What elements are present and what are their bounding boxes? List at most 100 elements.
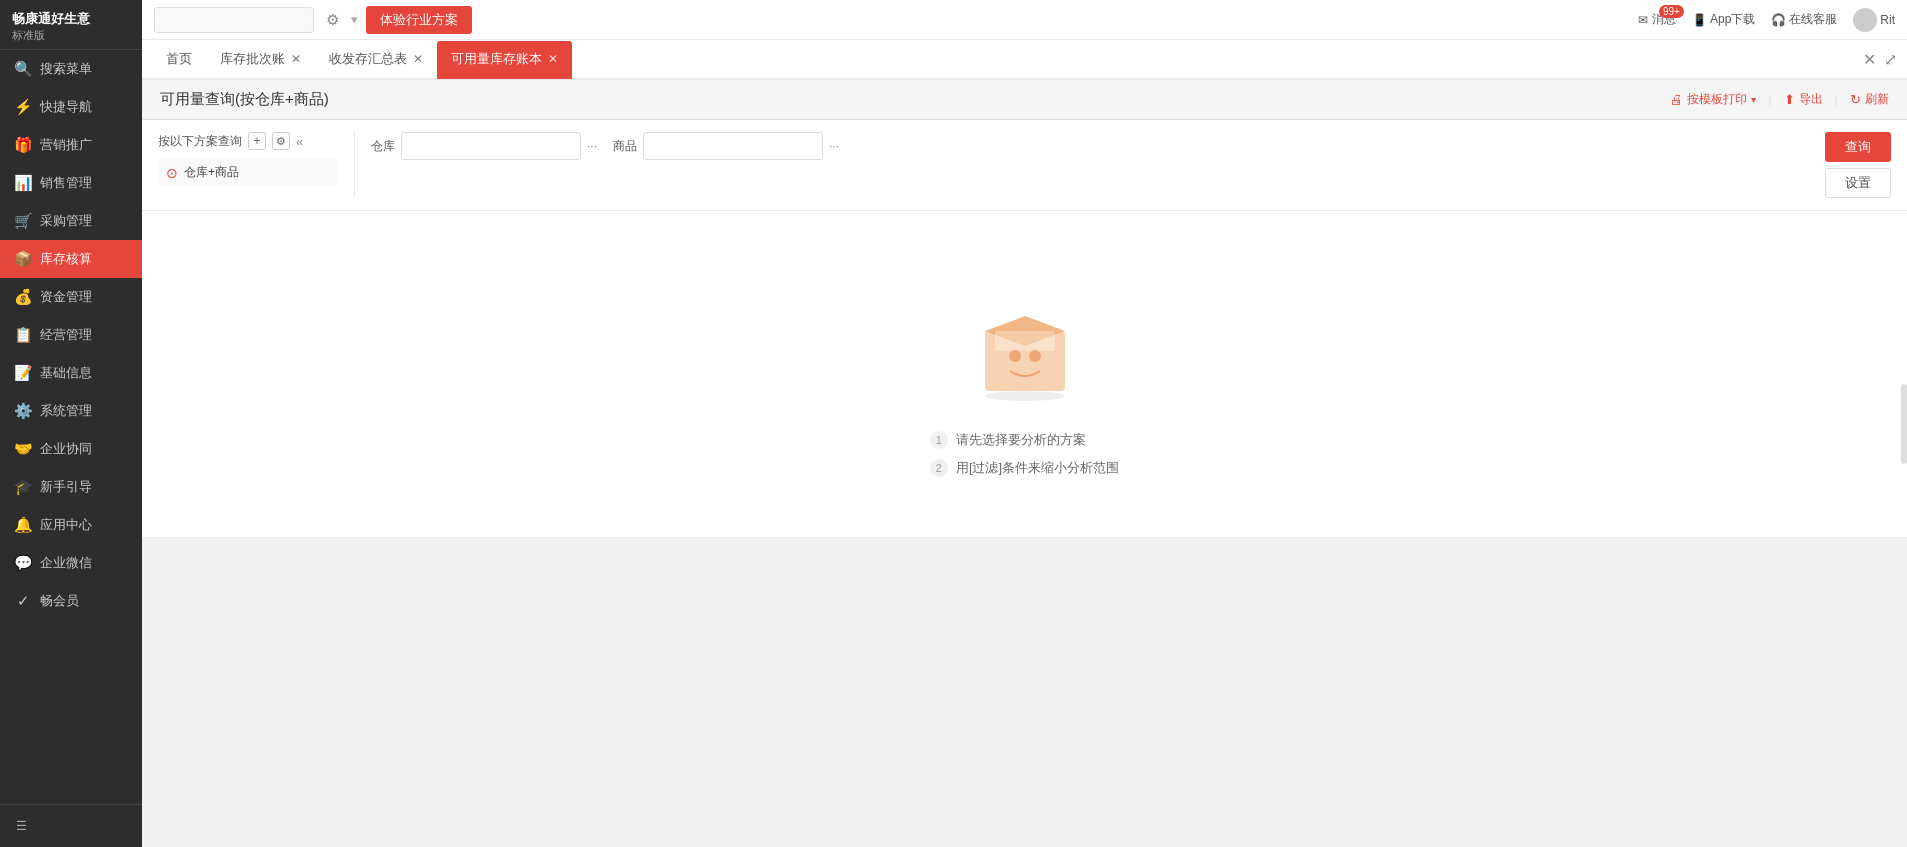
tab-available-qty[interactable]: 可用量库存账本 ✕ (437, 41, 572, 79)
tab-close-icon[interactable]: ✕ (413, 52, 423, 66)
sidebar-item-purchase[interactable]: 🛒 采购管理 (0, 202, 142, 240)
hint-num-2: 2 (930, 459, 948, 477)
cart-icon: 🛒 (14, 212, 32, 230)
maximize-window-btn[interactable]: ⤢ (1884, 50, 1897, 69)
scheme-icon: ⊙ (166, 165, 178, 181)
topbar-search-input[interactable] (154, 7, 314, 33)
content-area: 可用量查询(按仓库+商品) 🖨 按模板打印 ▾ | ⬆ 导出 | ↻ (142, 80, 1907, 847)
app-edition: 标准版 (12, 28, 130, 43)
settings-btn[interactable]: 设置 (1825, 168, 1891, 198)
export-btn[interactable]: ⬆ 导出 (1784, 91, 1823, 108)
goods-more-btn[interactable]: ··· (829, 139, 839, 153)
sidebar-item-marketing[interactable]: 🎁 营销推广 (0, 126, 142, 164)
gift-icon: 🎁 (14, 136, 32, 154)
svg-rect-2 (995, 331, 1055, 351)
sidebar-item-label: 新手引导 (40, 478, 92, 496)
query-scheme-section: 按以下方案查询 + ⚙ « ⊙ 仓库+商品 (158, 132, 338, 187)
window-controls: ✕ ⤢ (1863, 50, 1897, 69)
page-header: 可用量查询(按仓库+商品) 🖨 按模板打印 ▾ | ⬆ 导出 | ↻ (142, 80, 1907, 120)
svg-point-3 (1009, 350, 1021, 362)
sidebar-item-sales[interactable]: 📊 销售管理 (0, 164, 142, 202)
sidebar-item-appcenter[interactable]: 🔔 应用中心 (0, 506, 142, 544)
refresh-btn[interactable]: ↻ 刷新 (1850, 91, 1889, 108)
sidebar-item-finance[interactable]: 💰 资金管理 (0, 278, 142, 316)
tab-close-icon[interactable]: ✕ (291, 52, 301, 66)
dropdown-arrow[interactable]: ▾ (351, 12, 358, 27)
tab-label: 库存批次账 (220, 50, 285, 68)
sidebar-item-member[interactable]: ✓ 畅会员 (0, 582, 142, 620)
field-label-warehouse: 仓库 (371, 138, 395, 155)
sidebar-item-operations[interactable]: 📋 经营管理 (0, 316, 142, 354)
refresh-icon: ↻ (1850, 92, 1861, 107)
sidebar-item-label: 基础信息 (40, 364, 92, 382)
empty-illustration (965, 291, 1085, 411)
sidebar-footer-item[interactable]: ☰ (8, 813, 134, 839)
sidebar-item-basic-info[interactable]: 📝 基础信息 (0, 354, 142, 392)
empty-state: 1 请先选择要分析的方案 2 用[过滤]条件来缩小分析范围 (142, 211, 1907, 537)
tab-close-icon[interactable]: ✕ (548, 52, 558, 66)
query-btn[interactable]: 查询 (1825, 132, 1891, 162)
print-icon: 🖨 (1670, 92, 1683, 107)
warehouse-input[interactable] (401, 132, 581, 160)
sidebar-item-label: 搜索菜单 (40, 60, 92, 78)
messages-btn[interactable]: ✉ 消息 99+ (1638, 11, 1676, 28)
phone-icon: 📱 (1692, 13, 1707, 27)
edit-scheme-btn[interactable]: ⚙ (272, 132, 290, 150)
topbar: ⚙ ▾ 体验行业方案 ✉ 消息 99+ 📱 App下载 🎧 在线客服 Rit (142, 0, 1907, 40)
query-divider (354, 132, 355, 198)
empty-svg (965, 291, 1085, 401)
sidebar-item-inventory[interactable]: 📦 库存核算 (0, 240, 142, 278)
settings-icon[interactable]: ⚙ (322, 7, 343, 33)
warehouse-more-btn[interactable]: ··· (587, 139, 597, 153)
query-actions: 查询 设置 (1825, 132, 1891, 198)
sidebar-item-label: 营销推广 (40, 136, 92, 154)
query-panel: 按以下方案查询 + ⚙ « ⊙ 仓库+商品 (142, 120, 1907, 211)
query-scheme-item-warehouse[interactable]: ⊙ 仓库+商品 (158, 158, 338, 187)
content-inner: 可用量查询(按仓库+商品) 🖨 按模板打印 ▾ | ⬆ 导出 | ↻ (142, 80, 1907, 537)
sidebar-item-label: 系统管理 (40, 402, 92, 420)
add-scheme-btn[interactable]: + (248, 132, 266, 150)
app-download-btn[interactable]: 📱 App下载 (1692, 11, 1755, 28)
sidebar-item-system[interactable]: ⚙️ 系统管理 (0, 392, 142, 430)
clipboard-icon: 📋 (14, 326, 32, 344)
sidebar-item-label: 畅会员 (40, 592, 79, 610)
sidebar-item-enterprise[interactable]: 🤝 企业协同 (0, 430, 142, 468)
tab-label: 可用量库存账本 (451, 50, 542, 68)
tab-bar: 首页 库存批次账 ✕ 收发存汇总表 ✕ 可用量库存账本 ✕ ✕ ⤢ (142, 40, 1907, 80)
online-service-btn[interactable]: 🎧 在线客服 (1771, 11, 1837, 28)
sidebar-item-onboarding[interactable]: 🎓 新手引导 (0, 468, 142, 506)
sidebar-item-quicknav[interactable]: ⚡ 快捷导航 (0, 88, 142, 126)
sidebar-item-label: 采购管理 (40, 212, 92, 230)
query-fields: 仓库 ··· 商品 ··· (371, 132, 1813, 160)
money-icon: 💰 (14, 288, 32, 306)
tab-label: 收发存汇总表 (329, 50, 407, 68)
query-field-goods: 商品 ··· (613, 132, 839, 160)
graduate-icon: 🎓 (14, 478, 32, 496)
svg-point-5 (985, 391, 1065, 401)
message-icon: ✉ (1638, 13, 1648, 27)
page-header-actions: 🖨 按模板打印 ▾ | ⬆ 导出 | ↻ 刷新 (1670, 91, 1889, 108)
empty-hint-1: 1 请先选择要分析的方案 (930, 431, 1119, 449)
sidebar-item-label: 库存核算 (40, 250, 92, 268)
user-avatar-area[interactable]: Rit (1853, 8, 1895, 32)
close-window-btn[interactable]: ✕ (1863, 50, 1876, 69)
chart-icon: 📊 (14, 174, 32, 192)
topbar-right: ✉ 消息 99+ 📱 App下载 🎧 在线客服 Rit (1638, 8, 1895, 32)
trial-btn[interactable]: 体验行业方案 (366, 6, 472, 34)
collapse-btn[interactable]: « (296, 134, 303, 149)
sidebar-nav: 🔍 搜索菜单 ⚡ 快捷导航 🎁 营销推广 📊 销售管理 🛒 采购管理 📦 库存核… (0, 50, 142, 804)
headset-icon: 🎧 (1771, 13, 1786, 27)
tab-inout-summary[interactable]: 收发存汇总表 ✕ (315, 41, 437, 79)
tab-batch-ledger[interactable]: 库存批次账 ✕ (206, 41, 315, 79)
sidebar-item-wechat[interactable]: 💬 企业微信 (0, 544, 142, 582)
sidebar-item-label: 销售管理 (40, 174, 92, 192)
handshake-icon: 🤝 (14, 440, 32, 458)
divider: | (1768, 92, 1771, 107)
goods-input[interactable] (643, 132, 823, 160)
gear-icon: ⚙️ (14, 402, 32, 420)
tab-home[interactable]: 首页 (152, 41, 206, 79)
scroll-track (1901, 384, 1907, 464)
print-btn[interactable]: 🖨 按模板打印 ▾ (1670, 91, 1756, 108)
divider: | (1835, 92, 1838, 107)
sidebar-item-search[interactable]: 🔍 搜索菜单 (0, 50, 142, 88)
